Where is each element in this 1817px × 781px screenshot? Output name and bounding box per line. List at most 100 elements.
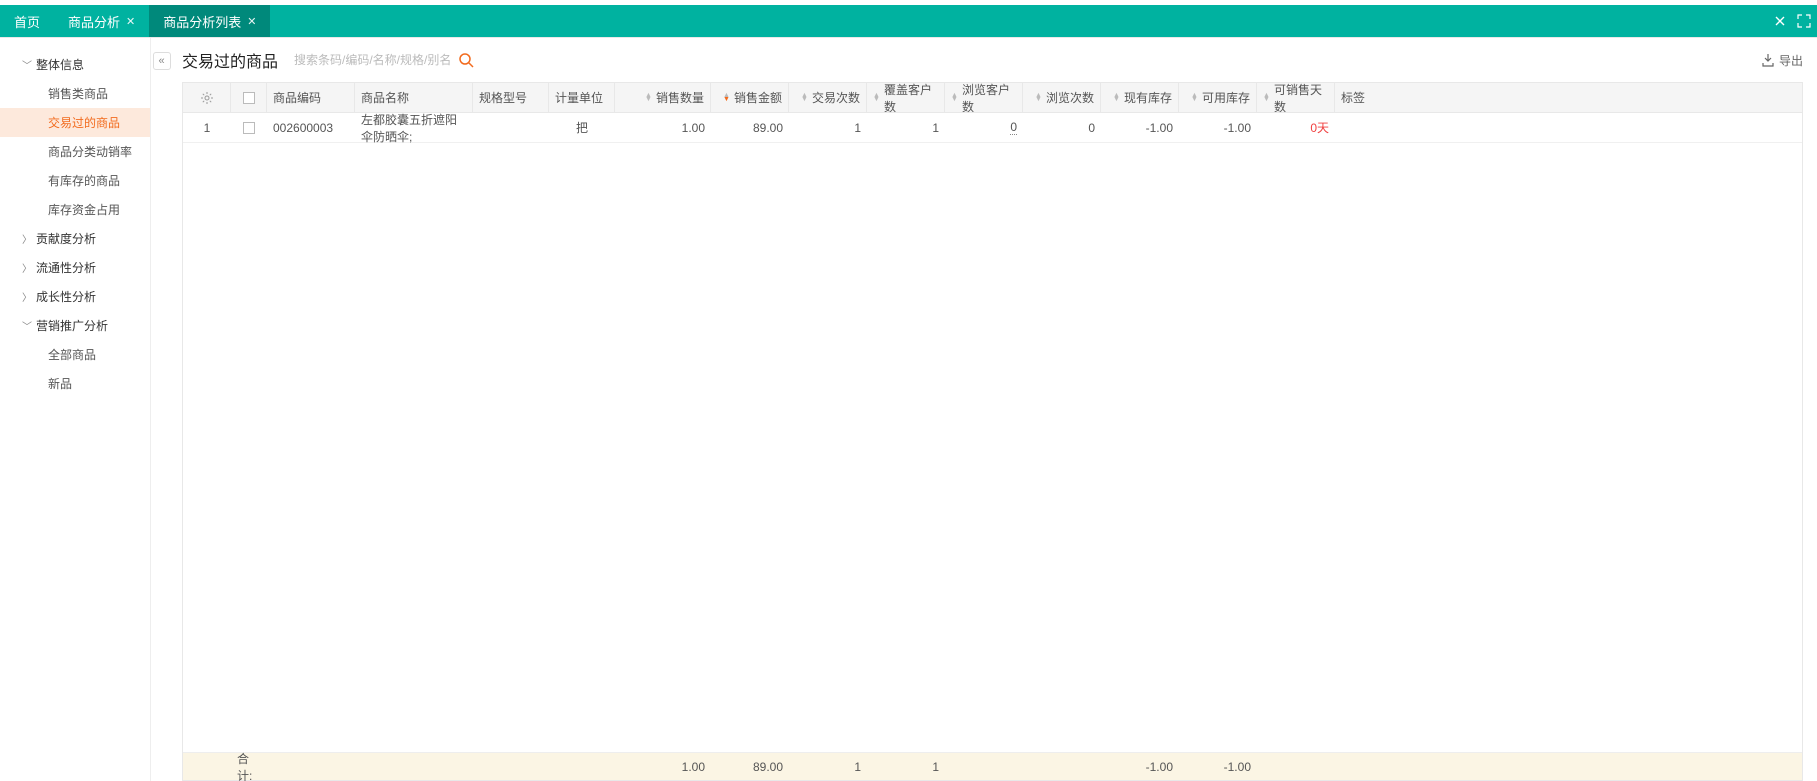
th-browsecust[interactable]: ▲▼ 浏览客户数: [945, 83, 1023, 112]
table-row[interactable]: 1 002600003 左都胶囊五折遮阳伞防晒伞; 把 1.00 89.00 1…: [183, 113, 1802, 143]
tab-label: 商品分析: [68, 12, 120, 31]
fullscreen-icon[interactable]: [1797, 14, 1811, 28]
close-all-icon[interactable]: [1773, 14, 1787, 28]
tf-browsecust: [945, 753, 1023, 780]
td-avail: -1.00: [1179, 113, 1257, 142]
tab-bar: 首页 商品分析 ✕ 商品分析列表 ✕: [0, 5, 1817, 37]
sidebar-item-all-products[interactable]: 全部商品: [0, 340, 150, 369]
th-label: 交易次数: [812, 89, 860, 106]
td-stock: -1.00: [1101, 113, 1179, 142]
sidebar-item-new-products[interactable]: 新品: [0, 369, 150, 398]
tf-blank: [355, 753, 473, 780]
th-name[interactable]: 商品名称: [355, 83, 473, 112]
tab-product-analysis-list[interactable]: 商品分析列表 ✕: [149, 5, 270, 37]
sidebar-item-traded-products[interactable]: 交易过的商品: [0, 108, 150, 137]
td-browsecust[interactable]: 0: [945, 113, 1023, 142]
td-name: 左都胶囊五折遮阳伞防晒伞;: [355, 113, 473, 142]
sort-icon: ▲▼: [1191, 94, 1198, 102]
sidebar-item-in-stock[interactable]: 有库存的商品: [0, 166, 150, 195]
th-label: 商品编码: [273, 89, 321, 106]
sidebar-group-label: 整体信息: [36, 56, 84, 73]
td-qty: 1.00: [615, 113, 711, 142]
th-label: 销售金额: [734, 89, 782, 106]
tf-blank: [183, 753, 231, 780]
checkbox-icon[interactable]: [243, 92, 255, 104]
double-chevron-left-icon: «: [158, 55, 164, 67]
th-label: 现有库存: [1124, 89, 1172, 106]
tf-qty: 1.00: [615, 753, 711, 780]
tf-days: [1257, 753, 1335, 780]
th-qty[interactable]: ▲▼ 销售数量: [615, 83, 711, 112]
tf-deal: 1: [789, 753, 867, 780]
th-stock[interactable]: ▲▼ 现有库存: [1101, 83, 1179, 112]
th-label: 标签: [1341, 89, 1365, 106]
export-label: 导出: [1779, 52, 1803, 69]
data-table: 商品编码 商品名称 规格型号 计量单位 ▲▼ 销售数量 ▲▼ 销售金额 ▲▼ 交…: [182, 82, 1803, 781]
th-checkbox[interactable]: [231, 83, 267, 112]
sidebar-group-liquidity[interactable]: 〉 流通性分析: [0, 253, 150, 282]
th-cust[interactable]: ▲▼ 覆盖客户数: [867, 83, 945, 112]
th-avail[interactable]: ▲▼ 可用库存: [1179, 83, 1257, 112]
sidebar-item-sales-products[interactable]: 销售类商品: [0, 79, 150, 108]
td-deal: 1: [789, 113, 867, 142]
sidebar-item-stock-funds[interactable]: 库存资金占用: [0, 195, 150, 224]
chevron-right-icon: 〉: [22, 231, 32, 246]
sidebar: ﹀ 整体信息 销售类商品 交易过的商品 商品分类动销率 有库存的商品 库存资金占…: [0, 38, 150, 781]
sidebar-group-label: 流通性分析: [36, 259, 96, 276]
td-code: 002600003: [267, 113, 355, 142]
sidebar-group-label: 贡献度分析: [36, 230, 96, 247]
close-icon[interactable]: ✕: [247, 15, 256, 28]
export-button[interactable]: 导出: [1761, 52, 1803, 69]
th-label: 规格型号: [479, 89, 527, 106]
tab-bar-actions: [1773, 5, 1811, 37]
td-tag: [1335, 113, 1802, 142]
sidebar-group-overall[interactable]: ﹀ 整体信息: [0, 50, 150, 79]
close-icon[interactable]: ✕: [126, 15, 135, 28]
tf-blank: [473, 753, 549, 780]
th-spec[interactable]: 规格型号: [473, 83, 549, 112]
th-label: 计量单位: [555, 89, 603, 106]
tf-cust: 1: [867, 753, 945, 780]
th-label: 浏览次数: [1046, 89, 1094, 106]
tf-blank: [1335, 753, 1802, 780]
tf-browse: [1023, 753, 1101, 780]
th-amt[interactable]: ▲▼ 销售金额: [711, 83, 789, 112]
chevron-right-icon: 〉: [22, 260, 32, 275]
tf-avail: -1.00: [1179, 753, 1257, 780]
sort-icon: ▲▼: [1035, 94, 1042, 102]
td-amt: 89.00: [711, 113, 789, 142]
table-body: 1 002600003 左都胶囊五折遮阳伞防晒伞; 把 1.00 89.00 1…: [183, 113, 1802, 752]
collapse-sidebar-button[interactable]: «: [153, 52, 171, 70]
sort-icon: ▲▼: [1113, 94, 1120, 102]
tab-product-analysis[interactable]: 商品分析 ✕: [54, 5, 149, 37]
tf-amt: 89.00: [711, 753, 789, 780]
th-tag[interactable]: 标签: [1335, 83, 1802, 112]
sort-icon: ▲▼: [951, 94, 958, 102]
td-checkbox[interactable]: [231, 113, 267, 142]
td-browse: 0: [1023, 113, 1101, 142]
td-days: 0天: [1257, 113, 1335, 142]
tf-blank: [267, 753, 355, 780]
th-label: 覆盖客户数: [884, 81, 938, 115]
th-code[interactable]: 商品编码: [267, 83, 355, 112]
sidebar-group-marketing[interactable]: ﹀ 营销推广分析: [0, 311, 150, 340]
export-icon: [1761, 53, 1775, 67]
search-icon[interactable]: [458, 52, 474, 68]
th-days[interactable]: ▲▼ 可销售天数: [1257, 83, 1335, 112]
th-deal[interactable]: ▲▼ 交易次数: [789, 83, 867, 112]
checkbox-icon[interactable]: [243, 122, 255, 134]
th-settings[interactable]: [183, 83, 231, 112]
tf-label: 合计:: [231, 753, 267, 780]
sidebar-item-category-rate[interactable]: 商品分类动销率: [0, 137, 150, 166]
sort-icon: ▲▼: [723, 94, 730, 102]
tab-home[interactable]: 首页: [0, 5, 54, 37]
sidebar-group-growth[interactable]: 〉 成长性分析: [0, 282, 150, 311]
sidebar-group-contribution[interactable]: 〉 贡献度分析: [0, 224, 150, 253]
th-unit[interactable]: 计量单位: [549, 83, 615, 112]
gear-icon: [200, 91, 214, 105]
chevron-down-icon: ﹀: [22, 318, 32, 333]
search-input[interactable]: [292, 49, 452, 71]
th-label: 商品名称: [361, 89, 409, 106]
th-browse[interactable]: ▲▼ 浏览次数: [1023, 83, 1101, 112]
tab-label: 首页: [14, 12, 40, 31]
